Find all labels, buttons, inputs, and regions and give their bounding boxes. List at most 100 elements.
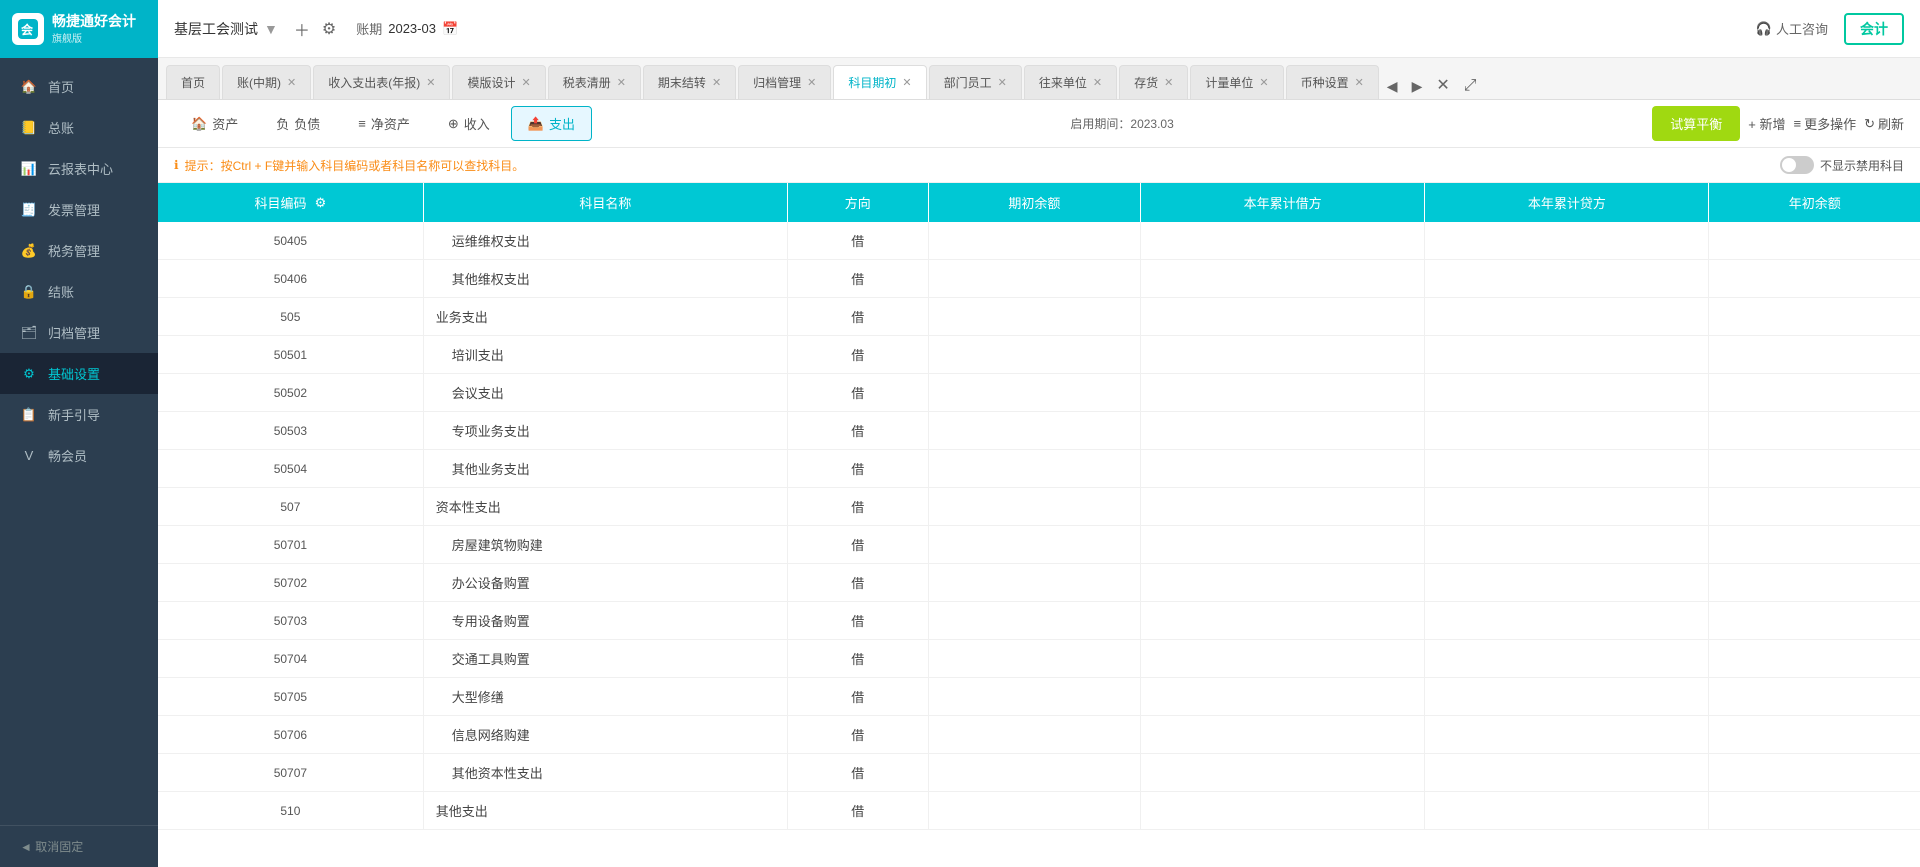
table-row[interactable]: 50504 其他业务支出 借 <box>158 450 1920 488</box>
table-row[interactable]: 50706 信息网络购建 借 <box>158 716 1920 754</box>
cell-name: 信息网络购建 <box>423 716 787 754</box>
subtab-label-liability: 负债 <box>294 114 320 133</box>
sidebar-item-tax[interactable]: 💰 税务管理 <box>0 230 158 271</box>
tab-scroll-right-button[interactable]: ▶ <box>1406 74 1429 99</box>
tab-scroll-left-button[interactable]: ◀ <box>1381 74 1404 99</box>
table-row[interactable]: 50701 房屋建筑物购建 借 <box>158 526 1920 564</box>
tab-close-tax[interactable]: ✕ <box>617 76 626 89</box>
add-tab-button[interactable]: ＋ <box>294 17 310 41</box>
sidebar-item-invoices[interactable]: 🧾 发票管理 <box>0 189 158 230</box>
more-label: 更多操作 <box>1804 114 1856 133</box>
refresh-button[interactable]: ↻ 刷新 <box>1864 114 1904 133</box>
tab-close-currency[interactable]: ✕ <box>1355 76 1364 89</box>
unpin-label: ◄ 取消固定 <box>20 838 83 855</box>
company-selector[interactable]: 基层工会测试 ▼ <box>174 19 278 39</box>
sidebar-label-archive: 归档管理 <box>48 323 100 342</box>
hide-disabled-toggle[interactable]: 不显示禁用科目 <box>1780 156 1904 174</box>
sidebar-item-reports[interactable]: 📊 云报表中心 <box>0 148 158 189</box>
subtab-equity[interactable]: ≡ 净资产 <box>341 106 427 141</box>
user-role-button[interactable]: 会计 <box>1844 13 1904 45</box>
cell-year-opening <box>1709 754 1920 792</box>
cell-direction: 借 <box>787 526 928 564</box>
col-settings-icon[interactable]: ⚙ <box>315 195 327 211</box>
sidebar-item-home[interactable]: 🏠 首页 <box>0 66 158 107</box>
period-calendar-icon[interactable]: 📅 <box>442 21 458 37</box>
tab-unit_measure[interactable]: 计量单位✕ <box>1190 65 1283 99</box>
tab-close-inventory[interactable]: ✕ <box>1164 76 1173 89</box>
table-row[interactable]: 50704 交通工具购置 借 <box>158 640 1920 678</box>
period-value[interactable]: 2023-03 <box>388 21 436 36</box>
table-row[interactable]: 50703 专用设备购置 借 <box>158 602 1920 640</box>
cell-opening <box>928 298 1140 336</box>
expand-tab-button[interactable]: ⤢ <box>1458 73 1483 99</box>
sidebar-item-settings[interactable]: ⚙ 基础设置 <box>0 353 158 394</box>
cell-direction: 借 <box>787 678 928 716</box>
close-all-tabs-button[interactable]: ✕ <box>1430 71 1455 99</box>
sidebar-item-closing[interactable]: 🔒 结账 <box>0 271 158 312</box>
table-row[interactable]: 50405 运维维权支出 借 <box>158 222 1920 260</box>
add-subject-button[interactable]: + 新增 <box>1748 114 1785 133</box>
toggle-switch[interactable] <box>1780 156 1814 174</box>
tab-close-subject_init[interactable]: ✕ <box>902 76 911 89</box>
cell-ytd-credit <box>1425 222 1709 260</box>
tab-currency[interactable]: 币种设置✕ <box>1286 65 1379 99</box>
tab-close-closing[interactable]: ✕ <box>712 76 721 89</box>
sidebar-label-invoices: 发票管理 <box>48 200 100 219</box>
tab-period[interactable]: 账(中期)✕ <box>222 65 311 99</box>
table-row[interactable]: 50707 其他资本性支出 借 <box>158 754 1920 792</box>
sidebar-item-guide[interactable]: 📋 新手引导 <box>0 394 158 435</box>
cell-direction: 借 <box>787 298 928 336</box>
tab-close-archive[interactable]: ✕ <box>807 76 816 89</box>
table-row[interactable]: 50502 会议支出 借 <box>158 374 1920 412</box>
table-row[interactable]: 50705 大型修缮 借 <box>158 678 1920 716</box>
more-actions-button[interactable]: ≡ 更多操作 <box>1793 114 1856 133</box>
tab-close-units[interactable]: ✕ <box>1093 76 1102 89</box>
more-icon: ≡ <box>1793 116 1801 131</box>
sidebar-footer[interactable]: ◄ 取消固定 <box>0 825 158 867</box>
tab-income[interactable]: 收入支出表(年报)✕ <box>313 65 450 99</box>
subtab-liability[interactable]: 负 负债 <box>259 106 337 141</box>
sidebar-icon-closing: 🔒 <box>20 283 38 301</box>
tab-home[interactable]: 首页 <box>166 65 220 99</box>
sidebar-nav: 🏠 首页 📒 总账 📊 云报表中心 🧾 发票管理 💰 税务管理 🔒 结账 🗂 归… <box>0 58 158 825</box>
tab-close-dept[interactable]: ✕ <box>998 76 1007 89</box>
tab-dept[interactable]: 部门员工✕ <box>929 65 1022 99</box>
table-row[interactable]: 510 其他支出 借 <box>158 792 1920 830</box>
cell-ytd-credit <box>1425 754 1709 792</box>
subtab-income2[interactable]: ⊕ 收入 <box>431 106 507 141</box>
tab-subject_init[interactable]: 科目期初✕ <box>833 65 926 99</box>
cell-opening <box>928 640 1140 678</box>
tab-template[interactable]: 模版设计✕ <box>452 65 545 99</box>
cell-code: 50503 <box>158 412 423 450</box>
tab-archive[interactable]: 归档管理✕ <box>738 65 831 99</box>
sidebar-label-member: 畅会员 <box>48 446 87 465</box>
tab-close-template[interactable]: ✕ <box>521 76 530 89</box>
tab-close-unit_measure[interactable]: ✕ <box>1259 76 1268 89</box>
cell-opening <box>928 754 1140 792</box>
tab-close-income[interactable]: ✕ <box>426 76 435 89</box>
sidebar-item-archive[interactable]: 🗂 归档管理 <box>0 312 158 353</box>
sidebar-item-ledger[interactable]: 📒 总账 <box>0 107 158 148</box>
col-name: 科目名称 <box>423 183 787 222</box>
tab-units[interactable]: 往来单位✕ <box>1024 65 1117 99</box>
tab-tax[interactable]: 税表清册✕ <box>548 65 641 99</box>
table-row[interactable]: 50501 培训支出 借 <box>158 336 1920 374</box>
tab-close-period[interactable]: ✕ <box>287 76 296 89</box>
subtab-expense[interactable]: 📤 支出 <box>511 106 592 141</box>
cell-name: 房屋建筑物购建 <box>423 526 787 564</box>
cell-ytd-debit <box>1141 450 1425 488</box>
table-row[interactable]: 50406 其他维权支出 借 <box>158 260 1920 298</box>
table-row[interactable]: 507 资本性支出 借 <box>158 488 1920 526</box>
table-row[interactable]: 505 业务支出 借 <box>158 298 1920 336</box>
subtab-asset[interactable]: 🏠 资产 <box>174 106 255 141</box>
balance-button[interactable]: 试算平衡 <box>1652 106 1740 141</box>
sidebar-item-member[interactable]: V 畅会员 <box>0 435 158 476</box>
tab-closing[interactable]: 期末结转✕ <box>643 65 736 99</box>
settings-gear-icon[interactable]: ⚙ <box>322 19 336 39</box>
cell-direction: 借 <box>787 412 928 450</box>
app-logo-icon: 会 <box>12 13 44 45</box>
table-row[interactable]: 50702 办公设备购置 借 <box>158 564 1920 602</box>
table-row[interactable]: 50503 专项业务支出 借 <box>158 412 1920 450</box>
tab-inventory[interactable]: 存货✕ <box>1119 65 1188 99</box>
support-button[interactable]: 🎧 人工咨询 <box>1756 19 1828 38</box>
